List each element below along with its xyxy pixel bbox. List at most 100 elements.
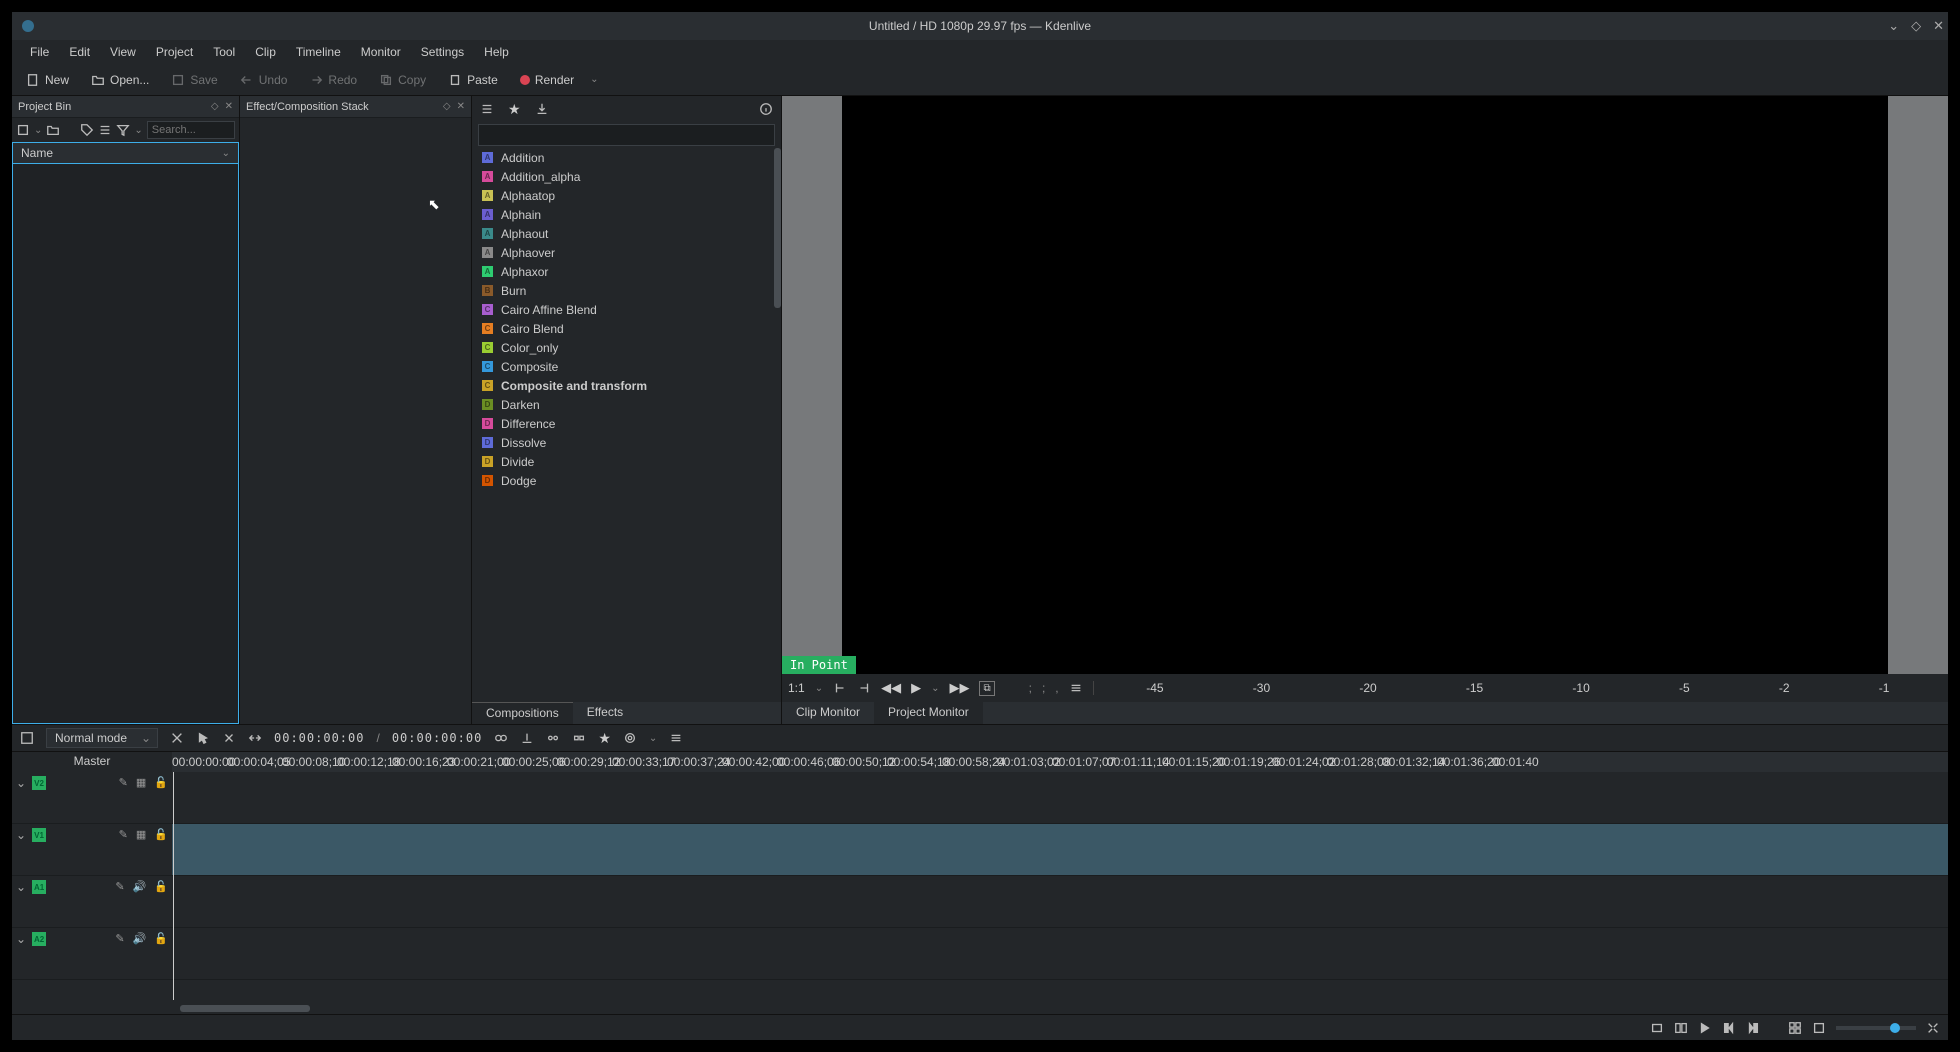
track-header[interactable]: ⌄ V2 ✎ ▦ 🔓: [12, 772, 172, 824]
composition-item[interactable]: AAddition_alpha: [472, 167, 781, 186]
menu-view[interactable]: View: [100, 41, 146, 63]
tab-compositions[interactable]: Compositions: [472, 702, 573, 724]
menu-edit[interactable]: Edit: [59, 41, 100, 63]
composition-item[interactable]: AAddition: [472, 148, 781, 167]
tab-effects[interactable]: Effects: [573, 702, 637, 724]
track-thumb-icon[interactable]: ▦: [136, 828, 146, 841]
panel-close-icon[interactable]: ✕: [457, 101, 465, 112]
tree-icon[interactable]: [480, 102, 494, 116]
composition-item[interactable]: DDissolve: [472, 433, 781, 452]
composition-item[interactable]: DDarken: [472, 395, 781, 414]
menu-monitor[interactable]: Monitor: [351, 41, 411, 63]
sb-snap-icon[interactable]: [1812, 1021, 1826, 1035]
new-button[interactable]: New: [20, 70, 75, 90]
add-clip-dropdown[interactable]: ⌄: [34, 125, 42, 136]
track-mute-icon[interactable]: 🔊: [133, 932, 147, 945]
track-header[interactable]: ⌄ A1 ✎ 🔊 🔓: [12, 876, 172, 928]
bin-content[interactable]: [12, 164, 239, 724]
open-button[interactable]: Open...: [85, 70, 155, 90]
track-lane[interactable]: [172, 824, 1948, 876]
play-icon[interactable]: ▶: [911, 680, 921, 696]
folder-add-icon[interactable]: [46, 123, 60, 137]
list-icon[interactable]: [98, 123, 112, 137]
zoom-slider[interactable]: [1836, 1026, 1916, 1030]
composition-item[interactable]: CComposite and transform: [472, 376, 781, 395]
monitor-viewport[interactable]: [842, 96, 1888, 674]
mix-icon[interactable]: [494, 731, 508, 745]
close-button[interactable]: ✕: [1933, 18, 1944, 34]
settings-icon[interactable]: [669, 731, 683, 745]
tab-project-monitor[interactable]: Project Monitor: [874, 702, 983, 724]
redo-button[interactable]: Redo: [303, 70, 363, 90]
marker1-icon[interactable]: ;: [1029, 681, 1032, 695]
track-lock-icon[interactable]: 🔓: [154, 932, 168, 945]
preview-render-icon[interactable]: [623, 731, 637, 745]
tab-clip-monitor[interactable]: Clip Monitor: [782, 702, 874, 724]
sb-grid-icon[interactable]: [1788, 1021, 1802, 1035]
overwrite-icon[interactable]: [546, 731, 560, 745]
track-effect-icon[interactable]: ✎: [119, 776, 128, 789]
marker3-icon[interactable]: ,: [1055, 681, 1058, 695]
menu-settings[interactable]: Settings: [411, 41, 474, 63]
sb-icon-3[interactable]: [1698, 1021, 1712, 1035]
panel-float-icon[interactable]: ◇: [211, 101, 219, 112]
playhead[interactable]: [173, 772, 174, 1000]
composition-item[interactable]: DDodge: [472, 471, 781, 490]
render-button[interactable]: Render: [514, 70, 580, 90]
sb-icon-4[interactable]: [1722, 1021, 1736, 1035]
timecode-position[interactable]: 00:00:00:00: [274, 731, 364, 745]
undo-button[interactable]: Undo: [234, 70, 294, 90]
download-icon[interactable]: [535, 102, 549, 116]
set-in-icon[interactable]: [833, 681, 847, 695]
track-header[interactable]: ⌄ A2 ✎ 🔊 🔓: [12, 928, 172, 980]
composition-item[interactable]: AAlphaover: [472, 243, 781, 262]
track-menu-icon[interactable]: [20, 731, 34, 745]
search-input[interactable]: [147, 121, 235, 139]
composition-item[interactable]: DDifference: [472, 414, 781, 433]
preview-dropdown[interactable]: ⌄: [649, 733, 657, 744]
minimize-button[interactable]: ⌄: [1888, 18, 1899, 34]
track-lock-icon[interactable]: 🔓: [154, 828, 168, 841]
master-track[interactable]: Master: [12, 752, 172, 772]
menu-file[interactable]: File: [20, 41, 59, 63]
rewind-icon[interactable]: ◀◀: [881, 680, 901, 696]
spacer-tool-icon[interactable]: [248, 731, 262, 745]
panel-close-icon[interactable]: ✕: [225, 101, 233, 112]
track-collapse-icon[interactable]: ⌄: [16, 880, 26, 894]
timeline-hscroll[interactable]: [12, 1004, 1948, 1014]
favorite-effects-icon[interactable]: ★: [598, 730, 611, 747]
track-mute-icon[interactable]: 🔊: [133, 880, 147, 893]
play-dropdown[interactable]: ⌄: [931, 683, 939, 694]
info-icon[interactable]: [759, 102, 773, 116]
composition-item[interactable]: CComposite: [472, 357, 781, 376]
razor-tool-icon[interactable]: [222, 731, 236, 745]
add-clip-icon[interactable]: [16, 123, 30, 137]
options-icon[interactable]: [1069, 681, 1083, 695]
track-collapse-icon[interactable]: ⌄: [16, 828, 26, 842]
track-lane[interactable]: [172, 772, 1948, 824]
track-collapse-icon[interactable]: ⌄: [16, 932, 26, 946]
tag-icon[interactable]: [80, 123, 94, 137]
composition-item[interactable]: BBurn: [472, 281, 781, 300]
render-dropdown[interactable]: ⌄: [590, 74, 598, 85]
zone-in-icon[interactable]: [520, 731, 534, 745]
filter-icon[interactable]: [116, 123, 130, 137]
panel-float-icon[interactable]: ◇: [443, 101, 451, 112]
set-out-icon[interactable]: [857, 681, 871, 695]
scrollbar[interactable]: [774, 148, 781, 308]
select-tool-icon[interactable]: [196, 731, 210, 745]
track-lane[interactable]: [172, 876, 1948, 928]
marker2-icon[interactable]: ;: [1042, 681, 1045, 695]
zoom-dropdown[interactable]: ⌄: [815, 683, 823, 694]
track-badge[interactable]: V1: [32, 828, 46, 842]
sb-icon-2[interactable]: [1674, 1021, 1688, 1035]
sb-icon-1[interactable]: [1650, 1021, 1664, 1035]
forward-icon[interactable]: ▶▶: [949, 680, 969, 696]
track-collapse-icon[interactable]: ⌄: [16, 776, 26, 790]
track-lock-icon[interactable]: 🔓: [154, 880, 168, 893]
track-thumb-icon[interactable]: ▦: [136, 776, 146, 789]
edit-mode-select[interactable]: Normal mode: [46, 728, 158, 748]
composition-item[interactable]: CCairo Blend: [472, 319, 781, 338]
timeline-ruler[interactable]: 00:00:00:0000:00:04;0500:00:08;1000:00:1…: [172, 752, 1948, 772]
edit-mode-icon[interactable]: ⧉: [979, 681, 994, 696]
